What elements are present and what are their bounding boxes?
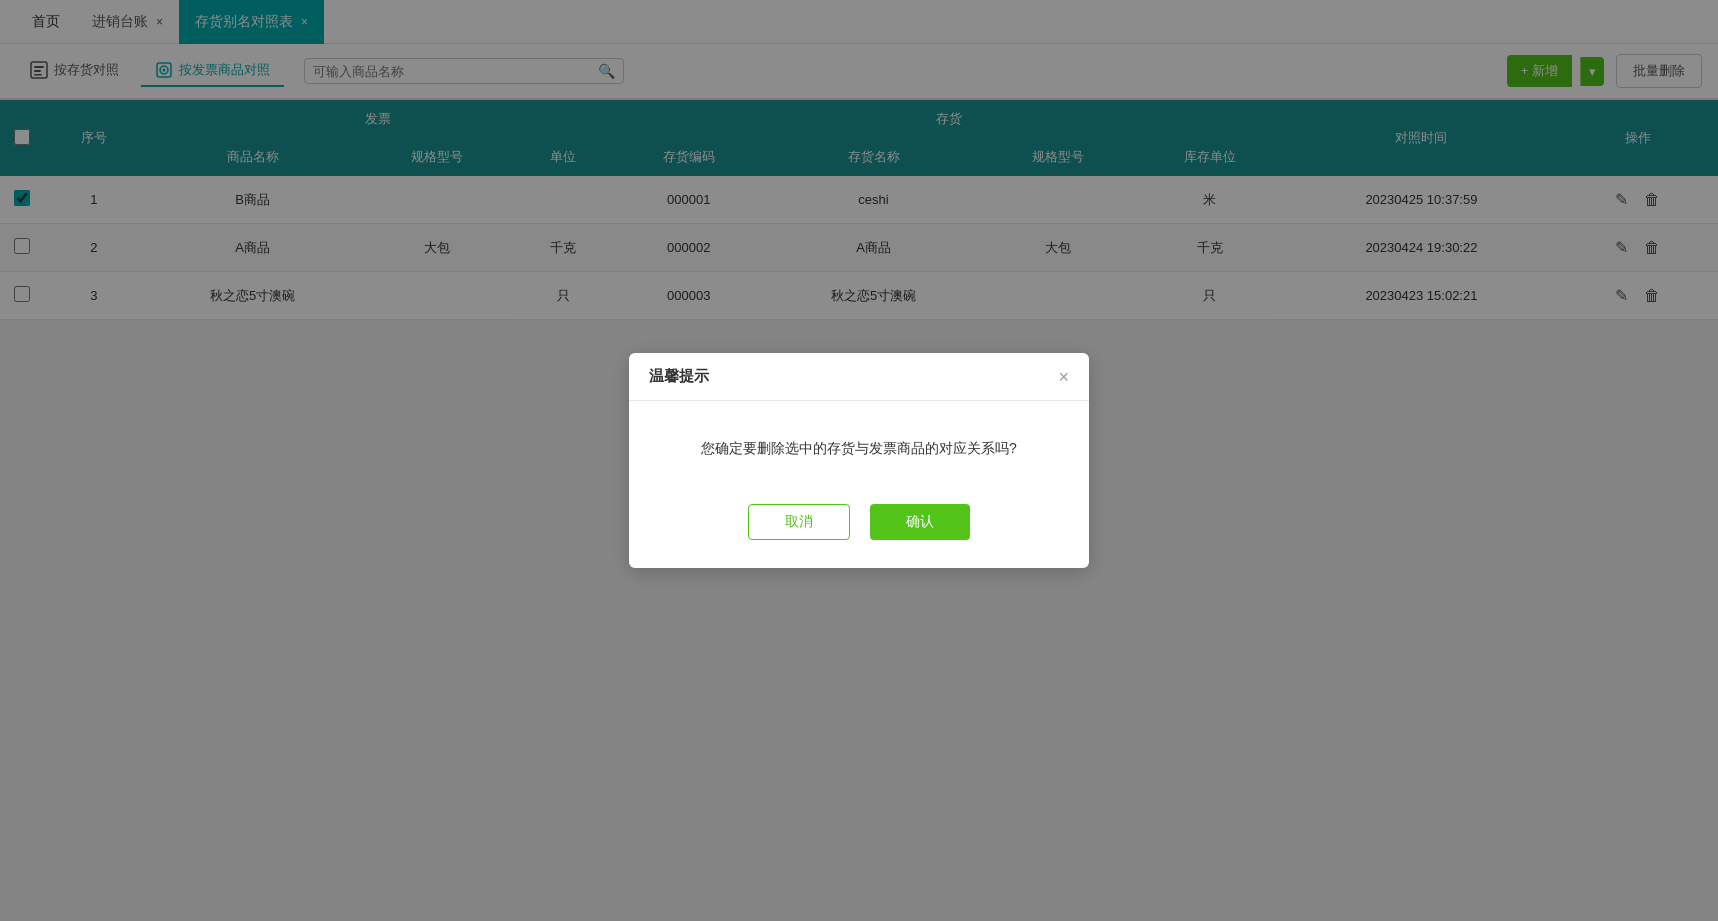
modal-overlay: 温馨提示 × 您确定要删除选中的存货与发票商品的对应关系吗? 取消 确认: [0, 0, 1718, 320]
